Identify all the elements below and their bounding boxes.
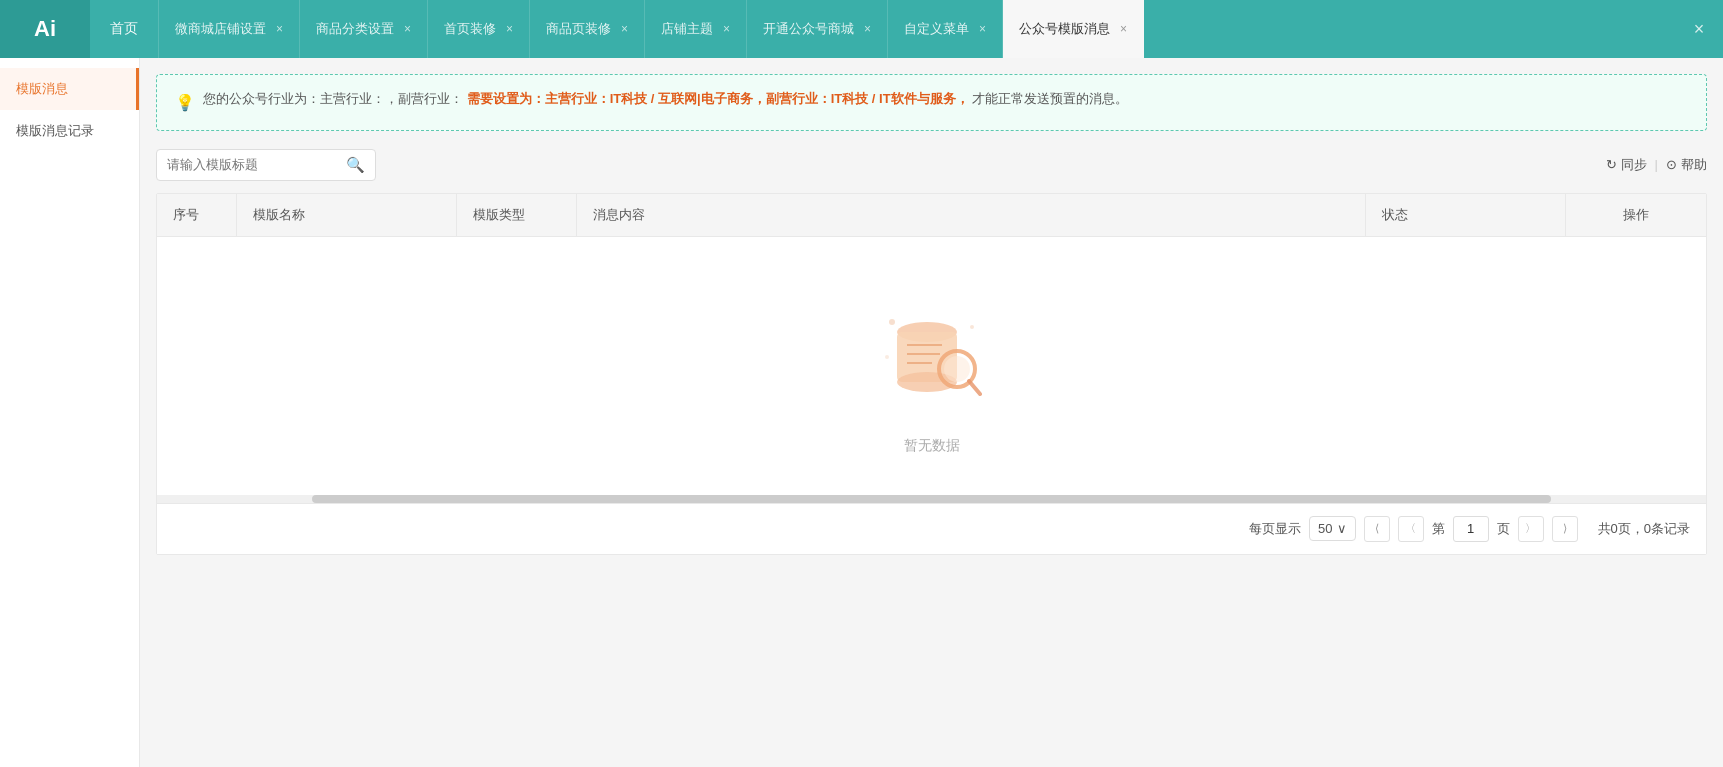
th-action: 操作 [1566, 194, 1706, 236]
th-seq: 序号 [157, 194, 237, 236]
notice-highlight: 需要设置为：主营行业：IT科技 / 互联网|电子商务，副营行业：IT科技 / I… [467, 91, 969, 106]
help-icon: ⊙ [1666, 157, 1677, 172]
total-info: 共0页，0条记录 [1598, 520, 1690, 538]
sidebar-item-template-message[interactable]: 模版消息 [0, 68, 139, 110]
table-header: 序号 模版名称 模版类型 消息内容 状态 操作 [157, 194, 1706, 237]
last-page-icon: ⟩ [1563, 522, 1567, 535]
nav-tab-product-category[interactable]: 商品分类设置 × [300, 0, 428, 58]
page-label-suffix: 页 [1497, 520, 1510, 538]
nav-tab-product-decoration[interactable]: 商品页装修 × [530, 0, 645, 58]
first-page-button[interactable]: ⟨ [1364, 516, 1390, 542]
close-tab-open-mall[interactable]: × [864, 23, 871, 35]
notice-box: 💡 您的公众号行业为：主营行业：，副营行业： 需要设置为：主营行业：IT科技 /… [156, 74, 1707, 131]
close-all-button[interactable]: × [1675, 0, 1723, 58]
th-status: 状态 [1366, 194, 1566, 236]
close-tab-custom-menu[interactable]: × [979, 23, 986, 35]
sidebar-item-template-message-log[interactable]: 模版消息记录 [0, 110, 139, 152]
pagination: 每页显示 50 ∨ ⟨ 〈 第 页 〉 ⟩ [157, 503, 1706, 554]
nav-tab-open-mall[interactable]: 开通公众号商城 × [747, 0, 888, 58]
nav-tab-home[interactable]: 首页 [90, 0, 159, 58]
page-input[interactable] [1453, 516, 1489, 542]
close-tab-home-decoration[interactable]: × [506, 23, 513, 35]
scroll-thumb [312, 495, 1551, 503]
prev-page-button[interactable]: 〈 [1398, 516, 1424, 542]
chevron-down-icon: ∨ [1337, 521, 1347, 536]
content-area: 💡 您的公众号行业为：主营行业：，副营行业： 需要设置为：主营行业：IT科技 /… [140, 58, 1723, 767]
th-name: 模版名称 [237, 194, 457, 236]
next-page-button[interactable]: 〉 [1518, 516, 1544, 542]
next-page-icon: 〉 [1525, 521, 1536, 536]
notice-text: 您的公众号行业为：主营行业：，副营行业： 需要设置为：主营行业：IT科技 / 互… [203, 89, 1128, 110]
nav-tab-store-theme[interactable]: 店铺主题 × [645, 0, 747, 58]
search-button[interactable]: 🔍 [346, 156, 365, 174]
svg-point-10 [970, 325, 974, 329]
scroll-track[interactable] [157, 495, 1706, 503]
top-navigation: Ai 首页 微商城店铺设置 × 商品分类设置 × 首页装修 × 商品页装修 × … [0, 0, 1723, 58]
close-tab-store-theme[interactable]: × [723, 23, 730, 35]
close-tab-product-decoration[interactable]: × [621, 23, 628, 35]
close-tab-store-settings[interactable]: × [276, 23, 283, 35]
nav-tab-home-decoration[interactable]: 首页装修 × [428, 0, 530, 58]
prev-page-icon: 〈 [1405, 521, 1416, 536]
close-tab-template-message[interactable]: × [1120, 23, 1127, 35]
close-tab-product-category[interactable]: × [404, 23, 411, 35]
svg-point-7 [944, 356, 970, 382]
toolbar: 🔍 ↻ 同步 | ⊙ 帮助 [156, 149, 1707, 181]
notice-icon: 💡 [175, 90, 195, 116]
nav-tabs-area: 首页 微商城店铺设置 × 商品分类设置 × 首页装修 × 商品页装修 × 店铺主… [90, 0, 1675, 58]
per-page-label: 每页显示 [1249, 520, 1301, 538]
search-box: 🔍 [156, 149, 376, 181]
nav-tab-template-message[interactable]: 公众号模版消息 × [1003, 0, 1144, 58]
nav-tab-custom-menu[interactable]: 自定义菜单 × [888, 0, 1003, 58]
per-page-select[interactable]: 50 ∨ [1309, 516, 1355, 541]
help-button[interactable]: ⊙ 帮助 [1666, 156, 1707, 174]
toolbar-right: ↻ 同步 | ⊙ 帮助 [1606, 156, 1707, 174]
th-content: 消息内容 [577, 194, 1366, 236]
main-layout: 模版消息 模版消息记录 💡 您的公众号行业为：主营行业：，副营行业： 需要设置为… [0, 58, 1723, 767]
sidebar: 模版消息 模版消息记录 [0, 58, 140, 767]
empty-text: 暂无数据 [904, 437, 960, 455]
svg-point-11 [885, 355, 889, 359]
svg-point-9 [889, 319, 895, 325]
last-page-button[interactable]: ⟩ [1552, 516, 1578, 542]
first-page-icon: ⟨ [1375, 522, 1379, 535]
page-label-prefix: 第 [1432, 520, 1445, 538]
svg-line-8 [969, 381, 980, 394]
th-type: 模版类型 [457, 194, 577, 236]
sync-button[interactable]: ↻ 同步 [1606, 156, 1647, 174]
empty-state: 暂无数据 [157, 237, 1706, 495]
app-logo: Ai [0, 0, 90, 58]
nav-tab-store-settings[interactable]: 微商城店铺设置 × [159, 0, 300, 58]
data-table: 序号 模版名称 模版类型 消息内容 状态 操作 [156, 193, 1707, 555]
empty-illustration [872, 297, 992, 417]
search-input[interactable] [167, 157, 340, 172]
sync-icon: ↻ [1606, 157, 1617, 172]
toolbar-divider: | [1655, 157, 1658, 172]
